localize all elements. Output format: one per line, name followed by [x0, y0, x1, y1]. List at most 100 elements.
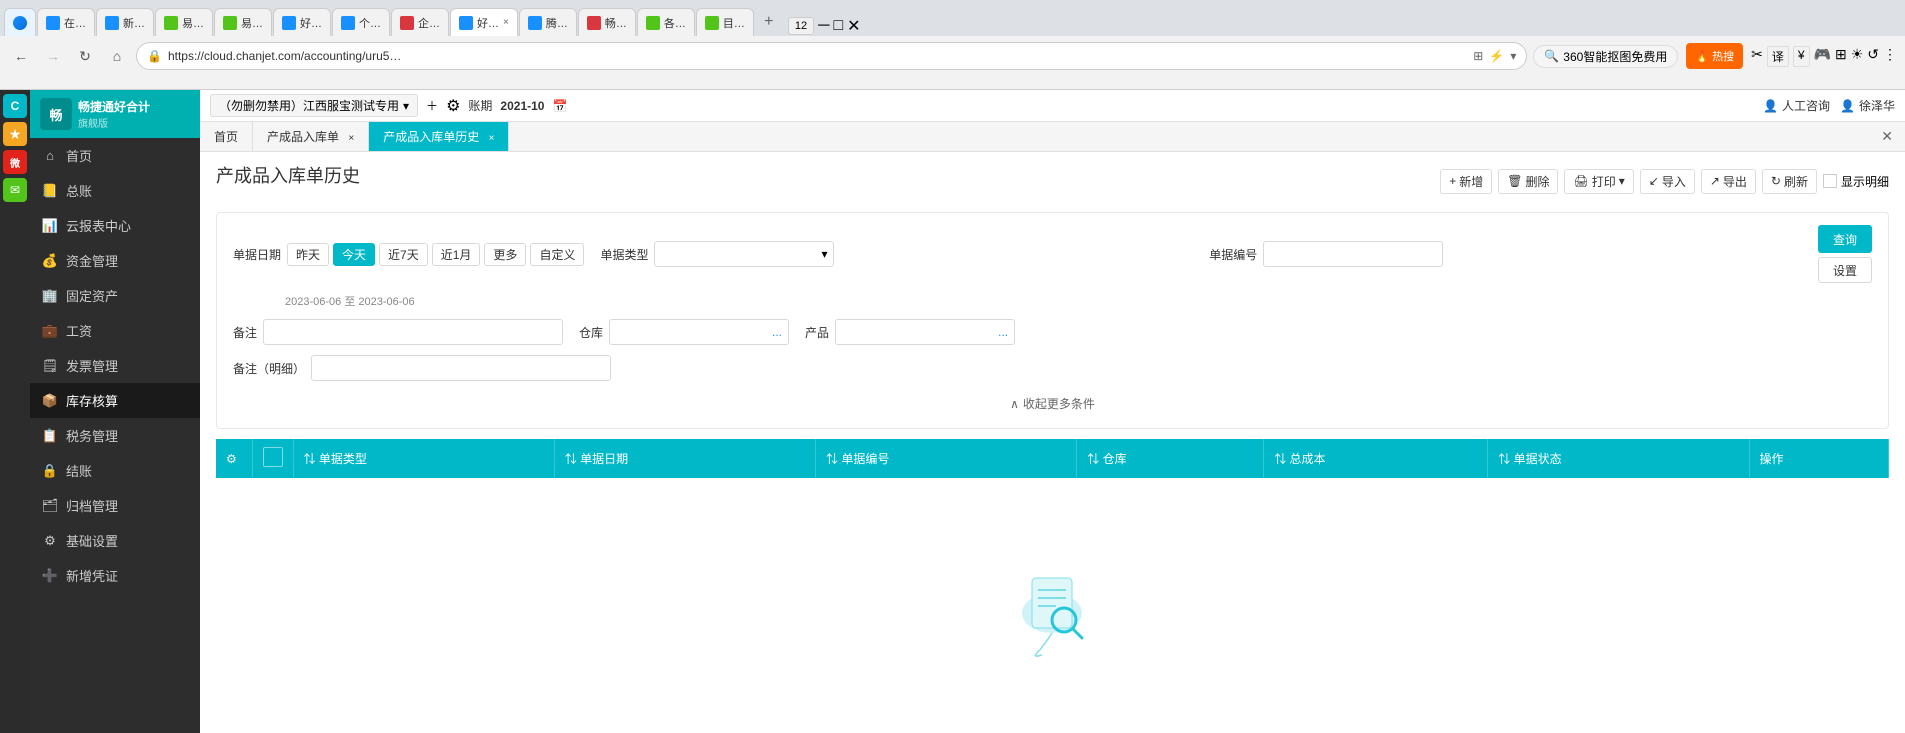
company-select[interactable]: （勿删勿禁用）江西服宝测试专用 ▾ — [210, 94, 418, 117]
col-status-sort-icon[interactable]: ⇅ — [1498, 452, 1510, 466]
tab-5[interactable]: 好… — [273, 8, 331, 36]
col-warehouse-sort-icon[interactable]: ⇅ — [1087, 452, 1099, 466]
sidebar-item-settings[interactable]: ⚙ 基础设置 — [30, 523, 200, 558]
url-bar[interactable]: 🔒 https://cloud.chanjet.com/accounting/u… — [136, 42, 1527, 70]
note-detail-input[interactable] — [311, 355, 611, 381]
app-icon-weibo[interactable]: 微 — [3, 150, 27, 174]
warehouse-select[interactable]: ... — [609, 319, 789, 345]
tab-7[interactable]: 企… — [391, 8, 449, 36]
settings-icon-cell[interactable]: ⚙ — [226, 452, 237, 466]
cut-tool-icon[interactable]: ✂ — [1751, 46, 1763, 67]
note-input[interactable] — [263, 319, 563, 345]
sidebar-item-invoice[interactable]: 🗒 发票管理 — [30, 348, 200, 383]
sidebar-item-payroll[interactable]: 💼 工资 — [30, 313, 200, 348]
undo-tool-icon[interactable]: ↺ — [1867, 46, 1879, 67]
select-all-checkbox[interactable] — [263, 447, 283, 467]
maximize-button[interactable]: □ — [833, 17, 843, 35]
col-total-cost-sort-icon[interactable]: ⇅ — [1274, 452, 1286, 466]
tab-1[interactable]: 在… — [37, 8, 95, 36]
tab-12[interactable]: 目… — [696, 8, 754, 36]
tab-6[interactable]: 个… — [332, 8, 390, 36]
settings-gear-icon[interactable]: ⚙ — [446, 96, 460, 116]
breadcrumb-tab-list[interactable]: 产成品入库单 × — [253, 122, 369, 151]
sidebar-item-ledger[interactable]: 📒 总账 — [30, 173, 200, 208]
search-bar[interactable]: 🔍 360智能抠图免费用 — [1533, 45, 1678, 68]
tab-11[interactable]: 各… — [637, 8, 695, 36]
date-btn-custom[interactable]: 自定义 — [530, 243, 584, 266]
tab-4[interactable]: 易… — [214, 8, 272, 36]
back-button[interactable]: ← — [8, 43, 34, 69]
close-window-button[interactable]: ✕ — [847, 16, 860, 36]
collapse-button[interactable]: ∧ 收起更多条件 — [233, 391, 1872, 416]
delete-button[interactable]: 🗑 删除 — [1498, 169, 1558, 194]
minimize-button[interactable]: ─ — [818, 17, 829, 35]
col-date-sort-icon[interactable]: ⇅ — [565, 452, 577, 466]
forward-button[interactable]: → — [40, 43, 66, 69]
col-no-sort-icon[interactable]: ⇅ — [826, 452, 838, 466]
grid-tool-icon[interactable]: ⊞ — [1835, 46, 1847, 67]
sidebar-item-archive[interactable]: 🗂 归档管理 — [30, 488, 200, 523]
home-button[interactable]: ⌂ — [104, 43, 130, 69]
app-icon-mail[interactable]: ✉ — [3, 178, 27, 202]
export-button[interactable]: ↗ 导出 — [1701, 169, 1756, 194]
breadcrumb-tab-home[interactable]: 首页 — [200, 122, 253, 151]
sidebar-item-fixed-asset[interactable]: 🏢 固定资产 — [30, 278, 200, 313]
product-dots: ... — [998, 325, 1008, 339]
tab-10[interactable]: 畅… — [578, 8, 636, 36]
payroll-icon: 💼 — [42, 323, 58, 339]
more-tool-icon[interactable]: ⋮ — [1883, 46, 1897, 67]
add-button[interactable]: + 新增 — [1440, 169, 1492, 194]
set-button[interactable]: 设置 — [1818, 257, 1872, 283]
tab-8-close-icon[interactable]: × — [503, 17, 509, 28]
close-page-icon[interactable]: ✕ — [1869, 122, 1905, 151]
date-btn-7days[interactable]: 近7天 — [379, 243, 428, 266]
app-icons-bar: C ★ 微 ✉ — [0, 90, 30, 733]
sidebar-item-tax[interactable]: 📋 税务管理 — [30, 418, 200, 453]
app-icon-star[interactable]: ★ — [3, 122, 27, 146]
brightness-tool-icon[interactable]: ☀ — [1851, 46, 1864, 67]
tab-9[interactable]: 腾… — [519, 8, 577, 36]
breadcrumb-history-close-icon[interactable]: × — [489, 133, 495, 144]
currency-tool-button[interactable]: ¥ — [1793, 46, 1810, 67]
voucher-no-input[interactable] — [1263, 241, 1443, 267]
sidebar-item-inventory[interactable]: 📦 库存核算 — [30, 383, 200, 418]
date-btn-1month[interactable]: 近1月 — [432, 243, 481, 266]
date-btn-yesterday[interactable]: 昨天 — [287, 243, 329, 266]
gamepad-tool-icon[interactable]: 🎮 — [1814, 46, 1831, 67]
breadcrumb-tab-history[interactable]: 产成品入库单历史 × — [369, 122, 509, 151]
sidebar-item-home[interactable]: ⌂ 首页 — [30, 138, 200, 173]
hot-search-button[interactable]: 🔥 热搜 — [1686, 43, 1743, 69]
tab-3[interactable]: 易… — [155, 8, 213, 36]
translate-tool-button[interactable]: 译 — [1767, 46, 1789, 67]
app-icon-chanjet[interactable]: C — [3, 94, 27, 118]
show-detail-checkbox[interactable]: 显示明细 — [1823, 173, 1889, 190]
sidebar-item-fund[interactable]: 💰 资金管理 — [30, 243, 200, 278]
voucher-type-select[interactable]: ▾ — [654, 241, 834, 267]
new-tab-button[interactable]: + — [755, 8, 783, 36]
lightning-icon: ⚡ — [1489, 49, 1504, 63]
calendar-icon[interactable]: 📅 — [552, 99, 567, 113]
breadcrumb-list-close-icon[interactable]: × — [348, 133, 354, 144]
table-col-no: ⇅ 单据编号 — [816, 439, 1077, 478]
query-button[interactable]: 查询 — [1818, 225, 1872, 253]
col-voucher-type-sort-icon[interactable]: ⇅ — [304, 452, 316, 466]
sidebar-item-new-voucher[interactable]: ➕ 新增凭证 — [30, 558, 200, 593]
refresh-button[interactable]: ↻ 刷新 — [1762, 169, 1817, 194]
print-button[interactable]: 🖨 打印 ▾ — [1564, 169, 1633, 194]
sidebar-item-closing[interactable]: 🔒 结账 — [30, 453, 200, 488]
tab-2[interactable]: 新… — [96, 8, 154, 36]
date-btn-today[interactable]: 今天 — [333, 243, 375, 266]
user-service-btn[interactable]: 👤 人工咨询 — [1763, 97, 1830, 114]
date-btn-more[interactable]: 更多 — [484, 243, 526, 266]
table-col-date: ⇅ 单据日期 — [554, 439, 815, 478]
tab-home[interactable] — [4, 8, 36, 36]
import-button[interactable]: ↙ 导入 — [1640, 169, 1695, 194]
sidebar-item-invoice-label: 发票管理 — [66, 356, 118, 375]
reload-button[interactable]: ↻ — [72, 43, 98, 69]
sidebar-item-cloud-report[interactable]: 📊 云报表中心 — [30, 208, 200, 243]
user-profile-btn[interactable]: 👤 徐泽华 — [1840, 97, 1895, 114]
add-company-btn[interactable]: ＋ — [426, 97, 438, 114]
url-dropdown-icon[interactable]: ▾ — [1510, 49, 1516, 63]
product-select[interactable]: ... — [835, 319, 1015, 345]
tab-8-active[interactable]: 好… × — [450, 8, 518, 36]
